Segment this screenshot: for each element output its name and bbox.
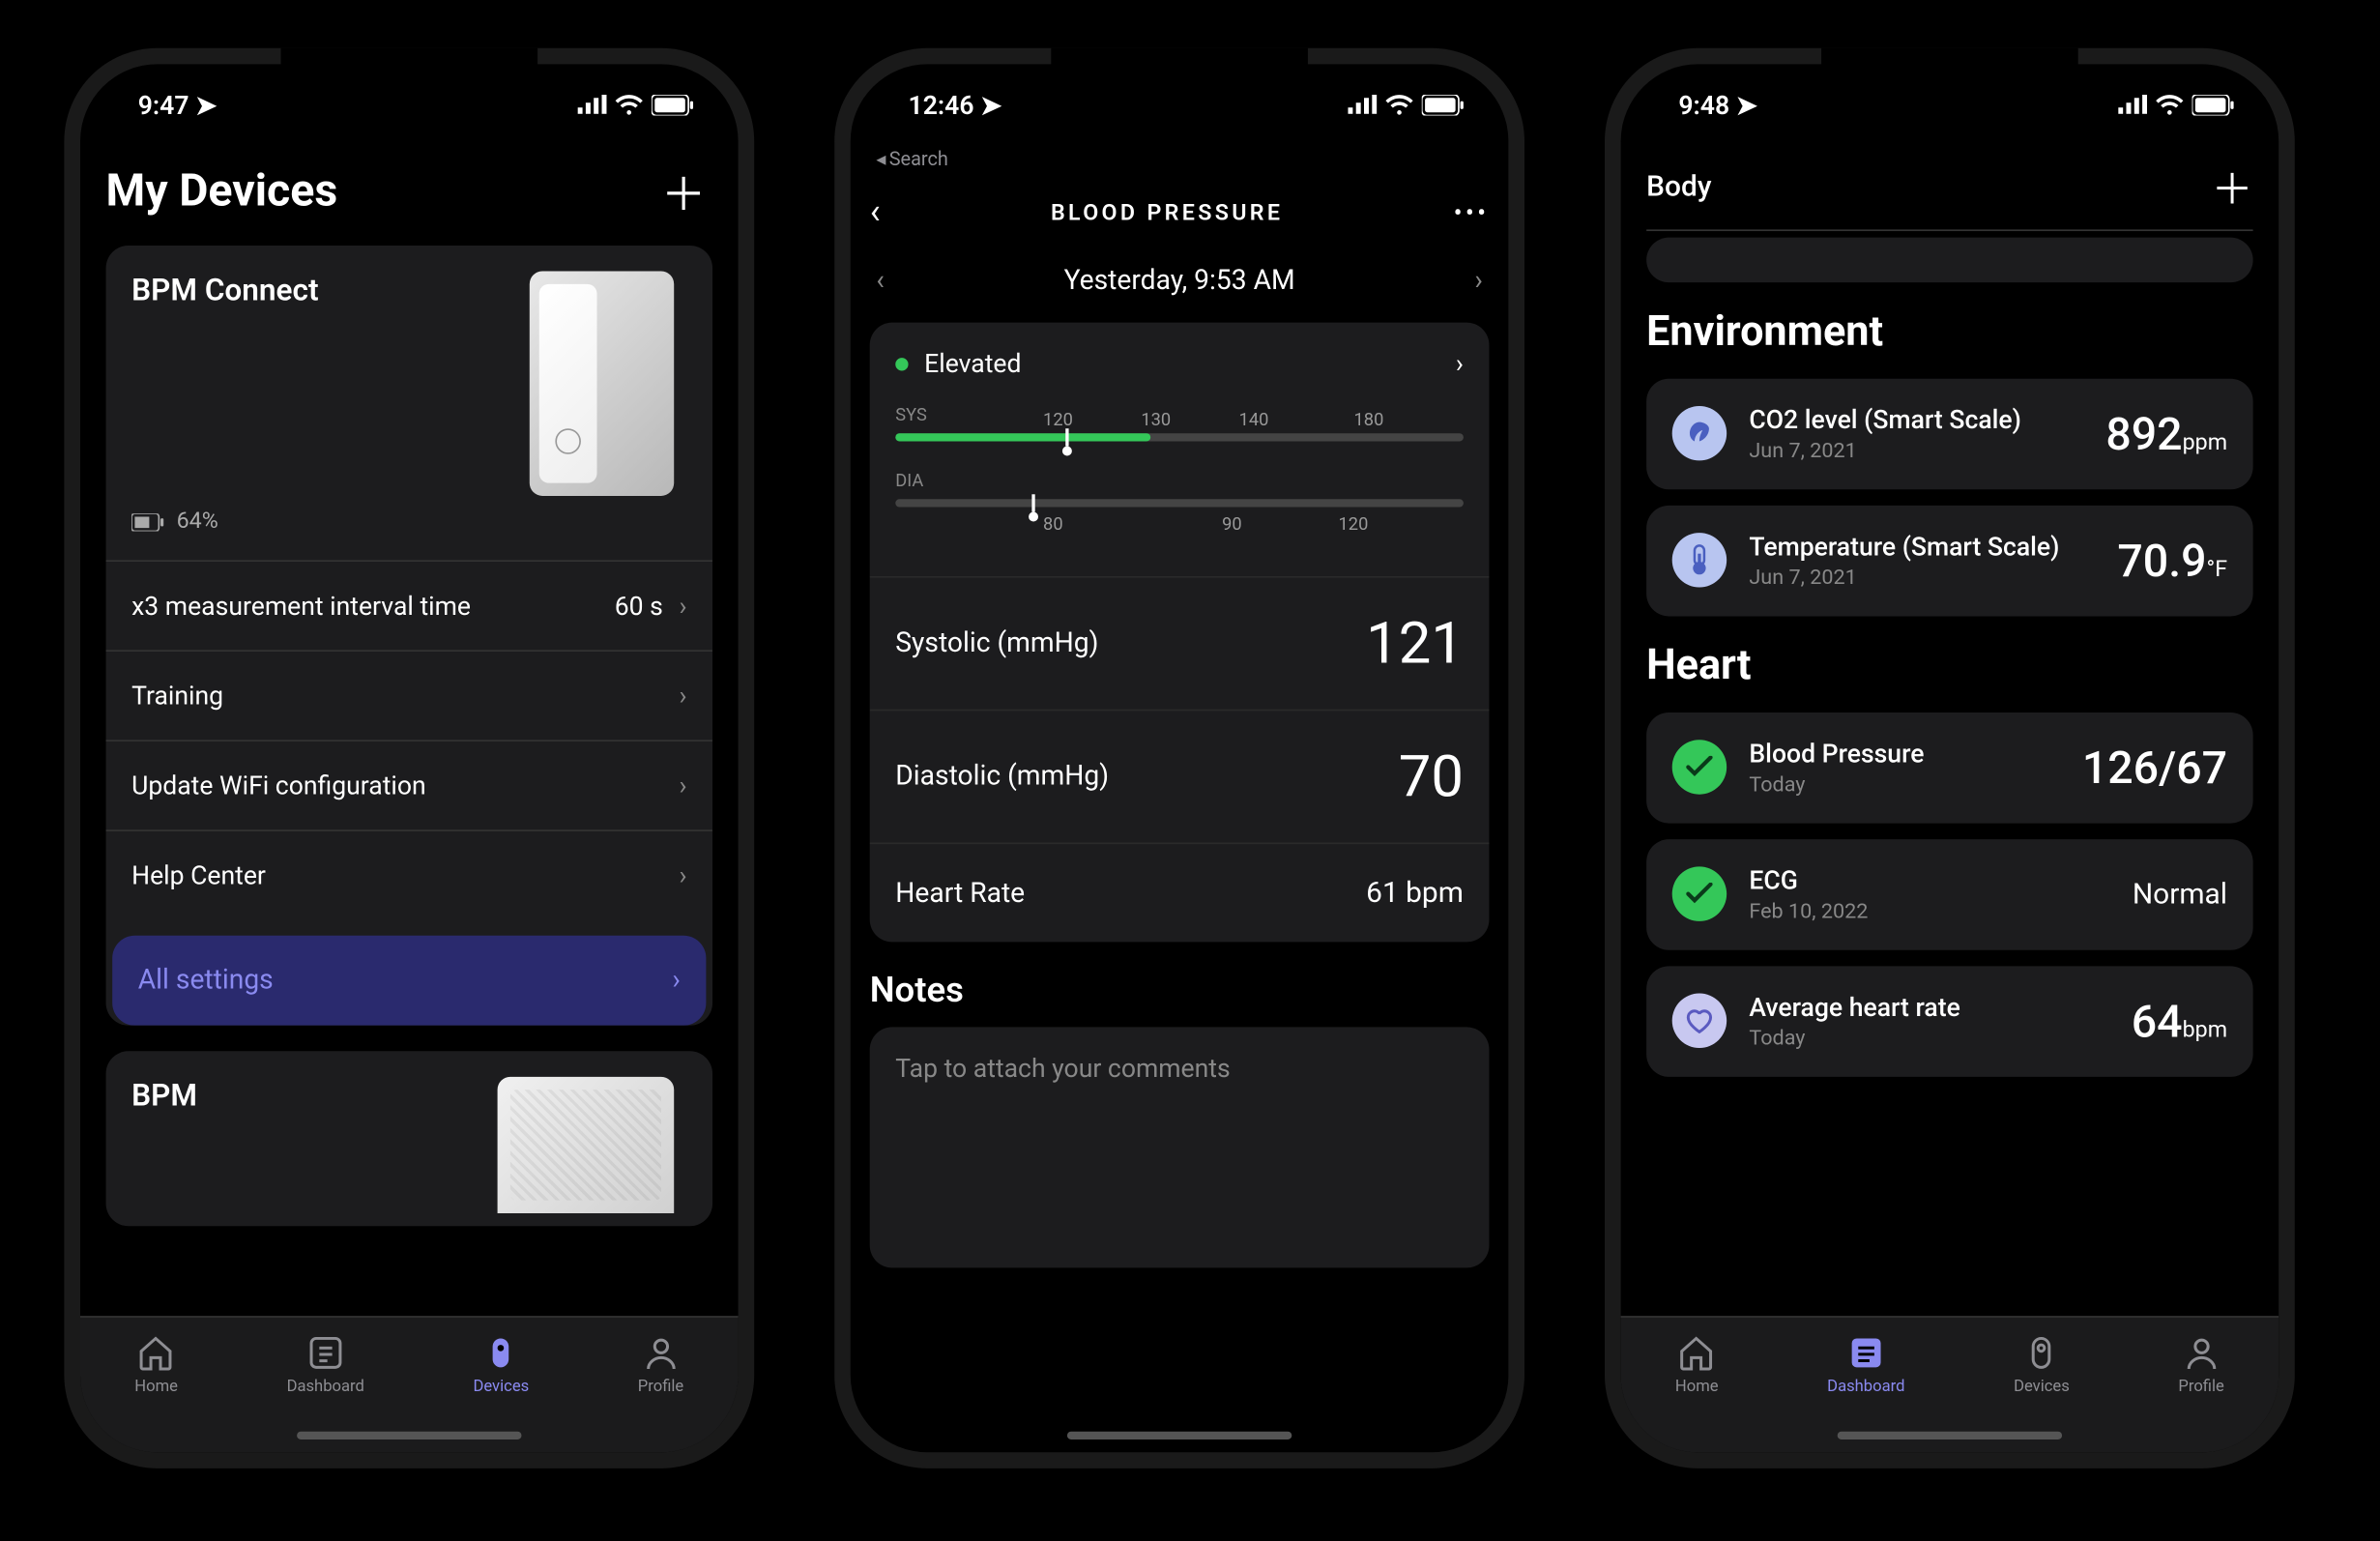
battery-icon [1422,94,1464,115]
body-card-placeholder [1646,237,2252,281]
profile-icon [2182,1333,2220,1372]
row-training[interactable]: Training› [106,650,712,740]
page-title: My Devices [106,163,712,217]
all-settings-button[interactable]: All settings› [112,936,706,1026]
location-icon: ➤ [195,89,217,120]
signal-icon [1348,95,1377,114]
chevron-left-icon: ◂ [876,148,885,170]
screen-title: BLOOD PRESSURE [881,200,1454,226]
notes-input[interactable]: Tap to attach your comments [870,1027,1490,1267]
check-icon [1672,866,1727,920]
metric-co2[interactable]: CO2 level (Smart Scale)Jun 7, 2021 892pp… [1646,378,2252,489]
status-bar: 9:48➤ [1621,64,2279,144]
dashboard-icon [1846,1333,1885,1372]
tab-home[interactable]: Home [1675,1333,1719,1396]
chevron-right-icon: › [1456,348,1464,379]
tab-home[interactable]: Home [134,1333,178,1396]
reading-date: Yesterday, 9:53 AM [1064,265,1295,297]
tab-devices[interactable]: Devices [2014,1333,2070,1396]
location-icon: ➤ [1736,89,1757,120]
leaf-icon [1672,406,1727,460]
device-card-bpm-connect[interactable]: BPM Connect 64% x3 measurement interval … [106,246,712,1026]
device-image [498,1077,675,1213]
chevron-right-icon: › [679,860,686,891]
tab-dashboard[interactable]: Dashboard [1827,1333,1904,1396]
device-card-bpm[interactable]: BPM [106,1051,712,1226]
metric-ecg[interactable]: ECGFeb 10, 2022 Normal [1646,838,2252,949]
home-icon [1677,1333,1716,1372]
battery-icon [652,94,693,115]
devices-icon [481,1333,520,1372]
add-body-metric-button[interactable]: ＋ [2211,158,2252,217]
status-time: 9:47 [138,89,189,120]
back-button[interactable]: ‹ [870,192,881,233]
battery-icon [2192,94,2234,115]
tab-profile[interactable]: Profile [638,1333,683,1396]
phone-devices-screen: 9:47➤ ＋ My Devices BPM Connect 64% x3 me… [64,48,754,1468]
signal-icon [2118,95,2147,114]
device-image [530,272,674,496]
status-time: 12:46 [909,89,974,120]
heart-title: Heart [1646,641,2252,689]
chevron-right-icon: › [679,681,686,712]
bp-chart: SYS 120130140180 DIA 8090120 [870,404,1490,576]
home-indicator[interactable] [1067,1432,1292,1439]
chevron-right-icon: › [679,770,686,801]
home-indicator[interactable] [1838,1432,2062,1439]
row-help-center[interactable]: Help Center› [106,829,712,919]
date-next-button[interactable]: › [1474,265,1482,297]
row-wifi-config[interactable]: Update WiFi configuration› [106,740,712,829]
wifi-icon [2155,94,2184,115]
status-bar: 9:47➤ [80,64,739,144]
body-section-header: Body ＋ [1646,144,2252,229]
tab-profile[interactable]: Profile [2178,1333,2223,1396]
device-name: BPM Connect [131,272,318,308]
chevron-right-icon: › [679,591,686,622]
bp-status-label: Elevated [924,348,1021,379]
wifi-icon [1385,94,1414,115]
wifi-icon [615,94,644,115]
check-icon [1672,740,1727,794]
add-device-button[interactable]: ＋ [661,160,707,224]
metric-avg-heart-rate[interactable]: Average heart rateToday 64bpm [1646,965,2252,1076]
home-indicator[interactable] [297,1432,521,1439]
row-measurement-interval[interactable]: x3 measurement interval time60 s› [106,560,712,650]
metric-temperature[interactable]: Temperature (Smart Scale)Jun 7, 2021 70.… [1646,505,2252,616]
tab-devices[interactable]: Devices [473,1333,529,1396]
metric-blood-pressure[interactable]: Blood PressureToday 126/67 [1646,712,2252,823]
battery-percent: 64% [177,509,218,535]
device-name: BPM [131,1077,197,1114]
more-button[interactable]: ••• [1454,197,1490,228]
dashboard-icon [306,1333,345,1372]
bp-status-row[interactable]: Elevated › [870,323,1490,405]
chevron-right-icon: › [672,965,680,997]
thermometer-icon [1672,533,1727,587]
diastolic-row: Diastolic (mmHg)70 [870,710,1490,843]
home-icon [137,1333,176,1372]
tab-dashboard[interactable]: Dashboard [287,1333,364,1396]
heart-icon [1672,994,1727,1048]
phone-dashboard-screen: 9:48➤ Body ＋ Environment CO2 level (Smar… [1605,48,2295,1468]
devices-icon [2022,1333,2061,1372]
back-to-search[interactable]: ◂Search [851,144,1509,173]
battery-small-icon [131,512,163,530]
notes-title: Notes [870,971,1490,1010]
bp-reading-card: Elevated › SYS 120130140180 DIA 8090120 [870,323,1490,943]
date-prev-button[interactable]: ‹ [876,265,884,297]
systolic-row: Systolic (mmHg)121 [870,576,1490,710]
location-icon: ➤ [980,89,1001,120]
status-dot-icon [895,357,908,369]
status-time: 9:48 [1678,89,1729,120]
phone-blood-pressure-screen: 12:46➤ ◂Search ‹ BLOOD PRESSURE ••• ‹ Ye… [834,48,1524,1468]
signal-icon [578,95,607,114]
profile-icon [642,1333,681,1372]
environment-title: Environment [1646,307,2252,356]
heart-rate-row: Heart Rate61 bpm [870,843,1490,943]
status-bar: 12:46➤ [851,64,1509,144]
